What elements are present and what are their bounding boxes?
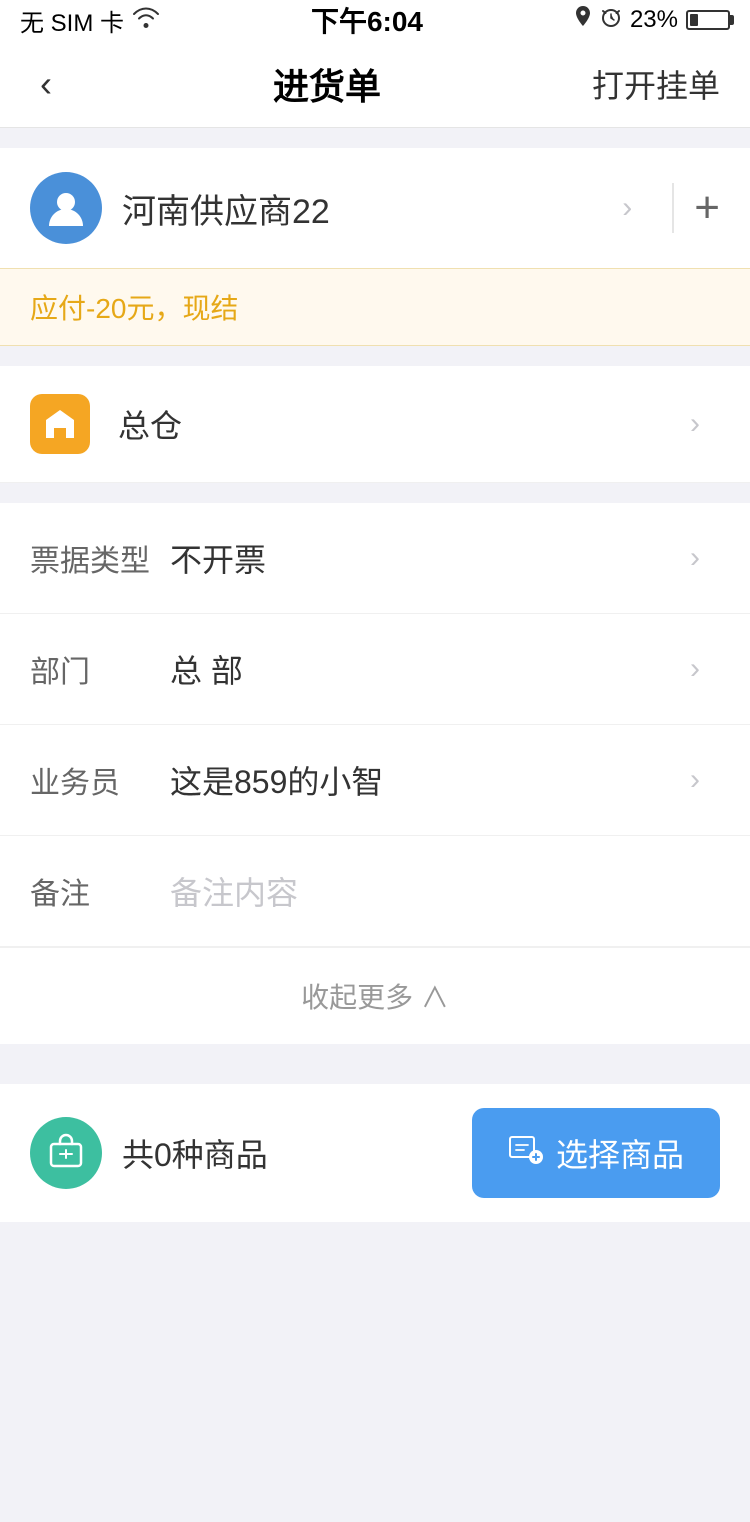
status-time: 下午6:04 bbox=[311, 0, 423, 40]
status-left: 无 SIM 卡 bbox=[20, 3, 160, 38]
supplier-avatar bbox=[30, 172, 102, 244]
product-count-label: 共0种商品 bbox=[122, 1130, 452, 1176]
warehouse-icon-bg bbox=[30, 394, 90, 454]
salesperson-chevron-icon: › bbox=[690, 763, 700, 797]
department-row[interactable]: 部门 总 部 › bbox=[0, 614, 750, 725]
remark-label: 备注 bbox=[30, 869, 170, 913]
bottom-section: 共0种商品 选择商品 bbox=[0, 1084, 750, 1222]
supplier-chevron-icon: › bbox=[622, 191, 632, 225]
notice-text: 应付-20元，现结 bbox=[30, 293, 238, 324]
back-button[interactable]: ‹ bbox=[30, 53, 62, 115]
department-chevron-icon: › bbox=[690, 652, 700, 686]
carrier-label: 无 SIM 卡 bbox=[20, 3, 124, 38]
warehouse-chevron-icon: › bbox=[690, 407, 700, 441]
divider bbox=[672, 183, 674, 233]
salesperson-label: 业务员 bbox=[30, 758, 170, 802]
add-button[interactable]: + bbox=[694, 186, 720, 230]
supplier-section: 河南供应商22 › + 应付-20元，现结 bbox=[0, 148, 750, 346]
product-icon-bg bbox=[30, 1117, 102, 1189]
invoice-type-label: 票据类型 bbox=[30, 536, 170, 580]
battery-percentage: 23% bbox=[630, 6, 678, 34]
collapse-row[interactable]: 收起更多 ∧ bbox=[0, 947, 750, 1044]
remark-placeholder: 备注内容 bbox=[170, 868, 720, 914]
notice-bar: 应付-20元，现结 bbox=[0, 268, 750, 346]
department-label: 部门 bbox=[30, 647, 170, 691]
location-icon bbox=[574, 6, 592, 35]
supplier-name: 河南供应商22 bbox=[122, 184, 622, 233]
section-gap-1 bbox=[0, 128, 750, 148]
open-pending-button[interactable]: 打开挂单 bbox=[592, 61, 720, 107]
form-section: 票据类型 不开票 › 部门 总 部 › 业务员 这是859的小智 › 备注 备注… bbox=[0, 503, 750, 1044]
page-bg bbox=[0, 1222, 750, 1522]
status-bar: 无 SIM 卡 下午6:04 23% bbox=[0, 0, 750, 40]
status-right: 23% bbox=[574, 6, 730, 35]
battery-icon bbox=[686, 10, 730, 30]
select-product-icon bbox=[508, 1132, 544, 1174]
supplier-row[interactable]: 河南供应商22 › + bbox=[0, 148, 750, 268]
select-product-label: 选择商品 bbox=[556, 1130, 684, 1176]
salesperson-value: 这是859的小智 bbox=[170, 757, 690, 803]
alarm-icon bbox=[600, 6, 622, 35]
section-gap-2 bbox=[0, 346, 750, 366]
invoice-type-value: 不开票 bbox=[170, 535, 690, 581]
salesperson-row[interactable]: 业务员 这是859的小智 › bbox=[0, 725, 750, 836]
wifi-icon bbox=[132, 6, 160, 35]
collapse-label: 收起更多 ∧ bbox=[301, 976, 449, 1016]
invoice-type-row[interactable]: 票据类型 不开票 › bbox=[0, 503, 750, 614]
nav-bar: ‹ 进货单 打开挂单 bbox=[0, 40, 750, 128]
invoice-type-chevron-icon: › bbox=[690, 541, 700, 575]
department-value: 总 部 bbox=[170, 646, 690, 692]
page-title: 进货单 bbox=[273, 58, 381, 110]
section-gap-4 bbox=[0, 1044, 750, 1064]
warehouse-name: 总仓 bbox=[118, 401, 690, 447]
remark-row[interactable]: 备注 备注内容 bbox=[0, 836, 750, 947]
select-product-button[interactable]: 选择商品 bbox=[472, 1108, 720, 1198]
warehouse-row[interactable]: 总仓 › bbox=[0, 366, 750, 483]
section-gap-3 bbox=[0, 483, 750, 503]
